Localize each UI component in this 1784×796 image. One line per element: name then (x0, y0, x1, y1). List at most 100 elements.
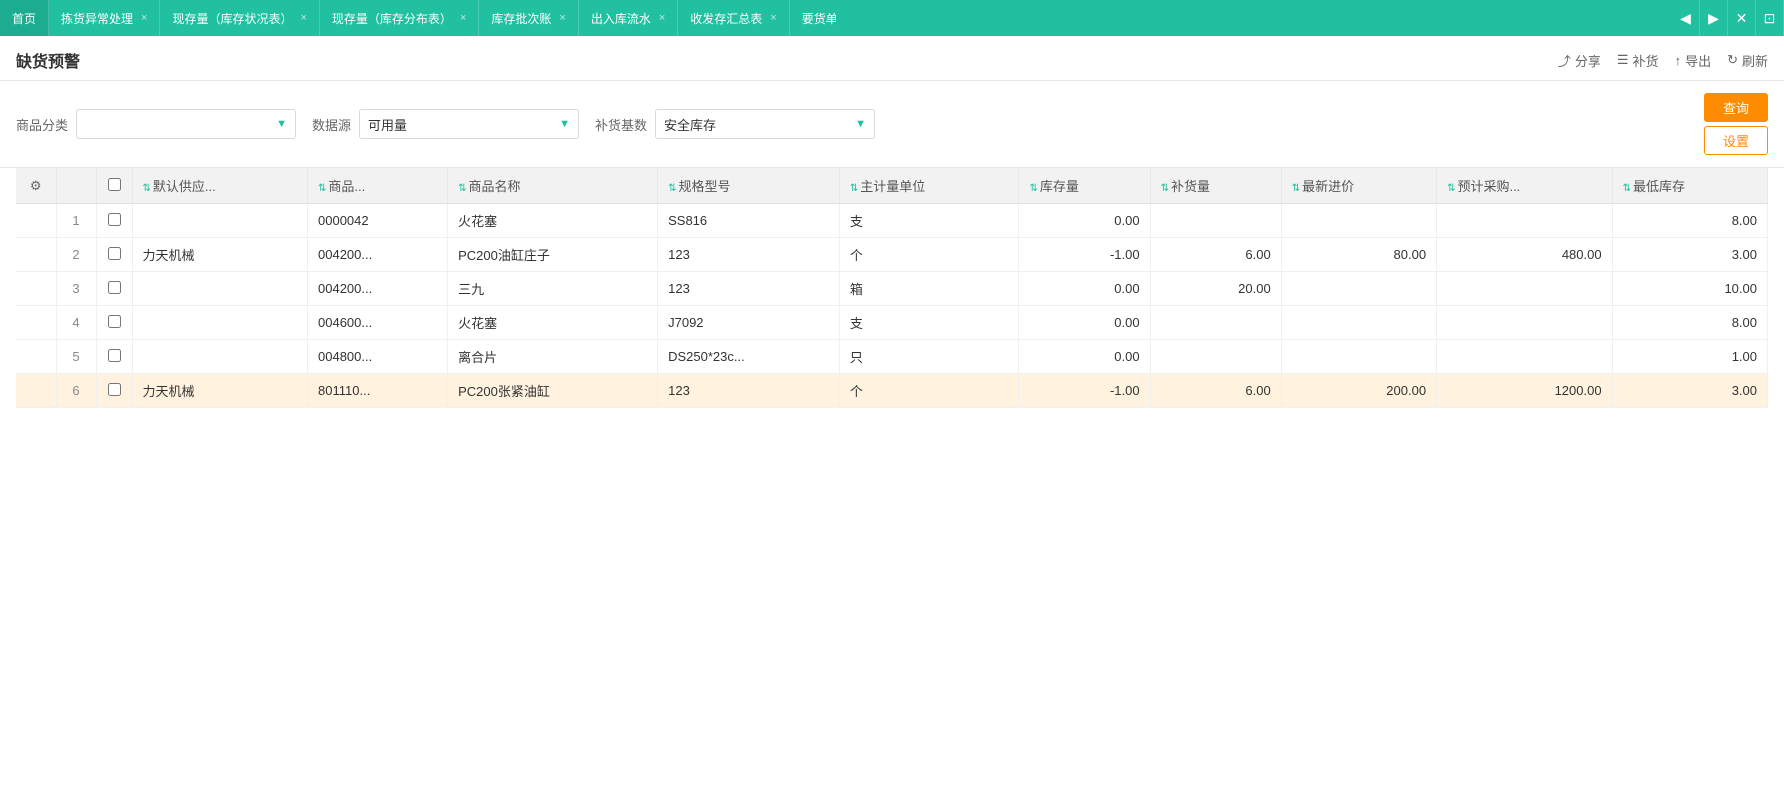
td-replenish-5 (1150, 340, 1281, 374)
replenish-icon: ☰ (1617, 52, 1629, 68)
td-check-6 (96, 374, 132, 408)
tab-stock-dist[interactable]: 现存量（库存分布表） × (320, 0, 479, 36)
replenish-base-label: 补货基数 (595, 115, 647, 134)
tab-close-inout-flow[interactable]: × (659, 12, 665, 24)
row-checkbox-2[interactable] (108, 247, 121, 260)
replenish-btn[interactable]: ☰ 补货 (1617, 51, 1659, 70)
data-table: ⚙ ⇅默认供应... ⇅商品... ⇅商品名称 ⇅规格型号 ⇅主计量单位 ⇅库存… (16, 168, 1768, 408)
sort-name-icon: ⇅ (458, 183, 466, 194)
td-num-3: 3 (56, 272, 96, 306)
select-all-checkbox[interactable] (108, 178, 121, 191)
td-stock-4: 0.00 (1019, 306, 1150, 340)
sort-price-icon: ⇅ (1292, 183, 1300, 194)
td-code-2: 004200... (308, 238, 448, 272)
td-check-1 (96, 204, 132, 238)
datasource-label: 数据源 (312, 115, 351, 134)
td-supplier-5 (132, 340, 308, 374)
td-stock-1: 0.00 (1019, 204, 1150, 238)
header-actions: ⤴ 分享 ☰ 补货 ↑ 导出 ↻ 刷新 (1558, 51, 1768, 70)
td-unit-4: 支 (839, 306, 1019, 340)
td-gear-5 (16, 340, 56, 374)
tab-inout-flow[interactable]: 出入库流水× (579, 0, 678, 36)
tab-label-stock-status: 现存量（库存状况表） (172, 10, 292, 27)
tab-close-all-btn[interactable]: ✕ (1728, 0, 1756, 36)
tab-expand-btn[interactable]: ⊡ (1756, 0, 1784, 36)
tab-next-btn[interactable]: ▶ (1700, 0, 1728, 36)
tab-home[interactable]: 首页 (0, 0, 49, 36)
tab-label-home: 首页 (12, 10, 36, 27)
query-button[interactable]: 查询 (1704, 93, 1768, 122)
tab-abnormal[interactable]: 拣货异常处理 × (49, 0, 160, 36)
td-supplier-1 (132, 204, 308, 238)
sort-min-icon: ⇅ (1623, 183, 1631, 194)
tab-batch-account[interactable]: 库存批次账× (479, 0, 578, 36)
td-est-purchase-1 (1437, 204, 1613, 238)
sort-replenish-icon: ⇅ (1161, 183, 1169, 194)
td-gear-6 (16, 374, 56, 408)
table-container: ⚙ ⇅默认供应... ⇅商品... ⇅商品名称 ⇅规格型号 ⇅主计量单位 ⇅库存… (0, 168, 1784, 408)
td-check-5 (96, 340, 132, 374)
td-stock-3: 0.00 (1019, 272, 1150, 306)
tab-prev-btn[interactable]: ◀ (1672, 0, 1700, 36)
row-checkbox-4[interactable] (108, 315, 121, 328)
tab-label-stock-dist: 现存量（库存分布表） (332, 10, 452, 27)
td-est-purchase-2: 480.00 (1437, 238, 1613, 272)
settings-button[interactable]: 设置 (1704, 126, 1768, 155)
table-header-row: ⚙ ⇅默认供应... ⇅商品... ⇅商品名称 ⇅规格型号 ⇅主计量单位 ⇅库存… (16, 168, 1768, 204)
replenish-base-select[interactable]: 安全库存 ▼ (655, 109, 875, 139)
tab-order-stats[interactable]: 要货单统计表× (790, 0, 836, 36)
td-num-2: 2 (56, 238, 96, 272)
sort-est-icon: ⇅ (1447, 183, 1455, 194)
replenish-base-filter-group: 补货基数 安全库存 ▼ (595, 109, 875, 139)
tab-close-abnormal[interactable]: × (141, 12, 147, 24)
row-checkbox-6[interactable] (108, 383, 121, 396)
tab-close-batch-account[interactable]: × (559, 12, 565, 24)
td-check-4 (96, 306, 132, 340)
td-name-1: 火花塞 (448, 204, 658, 238)
row-checkbox-5[interactable] (108, 349, 121, 362)
td-supplier-3 (132, 272, 308, 306)
tab-receive-summary[interactable]: 收发存汇总表× (678, 0, 789, 36)
sort-supplier-icon: ⇅ (143, 183, 151, 194)
td-est-purchase-6: 1200.00 (1437, 374, 1613, 408)
gear-settings-icon[interactable]: ⚙ (30, 178, 42, 193)
td-stock-2: -1.00 (1019, 238, 1150, 272)
sort-stock-icon: ⇅ (1029, 183, 1037, 194)
td-name-2: PC200油缸庄子 (448, 238, 658, 272)
td-num-5: 5 (56, 340, 96, 374)
row-checkbox-1[interactable] (108, 213, 121, 226)
td-name-5: 离合片 (448, 340, 658, 374)
td-gear-3 (16, 272, 56, 306)
category-select[interactable]: ▼ (76, 109, 296, 139)
refresh-btn[interactable]: ↻ 刷新 (1727, 51, 1768, 70)
datasource-select-value: 可用量 (368, 115, 407, 134)
td-unit-3: 箱 (839, 272, 1019, 306)
table-row: 6力天机械801110...PC200张紧油缸123个-1.006.00200.… (16, 374, 1768, 408)
datasource-select[interactable]: 可用量 ▼ (359, 109, 579, 139)
tab-close-receive-summary[interactable]: × (770, 12, 776, 24)
tab-label-abnormal: 拣货异常处理 (61, 10, 133, 27)
share-btn[interactable]: ⤴ 分享 (1558, 51, 1601, 70)
th-product-name: ⇅商品名称 (448, 168, 658, 204)
row-checkbox-3[interactable] (108, 281, 121, 294)
tab-stock-status[interactable]: 现存量（库存状况表） × (160, 0, 319, 36)
tab-close-stock-dist[interactable]: × (460, 12, 466, 24)
td-min-stock-4: 8.00 (1612, 306, 1767, 340)
datasource-chevron-icon: ▼ (559, 118, 570, 130)
td-replenish-4 (1150, 306, 1281, 340)
th-default-supplier: ⇅默认供应... (132, 168, 308, 204)
td-replenish-6: 6.00 (1150, 374, 1281, 408)
td-code-6: 801110... (308, 374, 448, 408)
td-min-stock-2: 3.00 (1612, 238, 1767, 272)
td-num-1: 1 (56, 204, 96, 238)
td-gear-4 (16, 306, 56, 340)
sort-code-icon: ⇅ (318, 183, 326, 194)
datasource-filter-group: 数据源 可用量 ▼ (312, 109, 579, 139)
export-btn[interactable]: ↑ 导出 (1675, 51, 1712, 70)
tab-close-stock-status[interactable]: × (300, 12, 306, 24)
td-latest-price-6: 200.00 (1281, 374, 1436, 408)
category-label: 商品分类 (16, 115, 68, 134)
table-row: 5004800...离合片DS250*23c...只0.001.00 (16, 340, 1768, 374)
td-spec-1: SS816 (658, 204, 840, 238)
sort-spec-icon: ⇅ (668, 183, 676, 194)
